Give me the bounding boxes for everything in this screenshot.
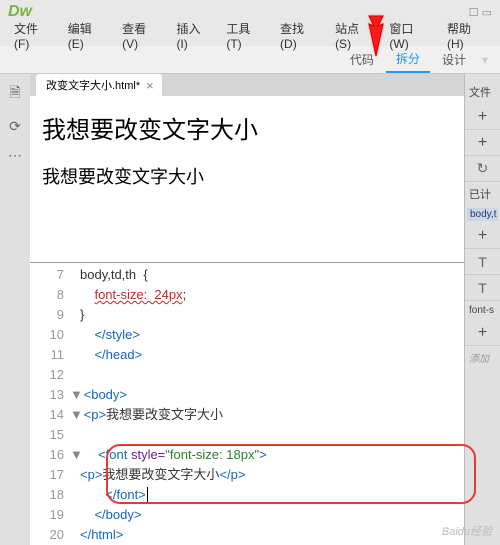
app-logo: Dw <box>8 3 32 21</box>
view-design-button[interactable]: 设计 <box>432 47 476 72</box>
menu-tools[interactable]: 工具(T) <box>218 20 272 51</box>
tab-close-icon[interactable]: × <box>146 78 154 93</box>
tab-title: 改变文字大小.html* <box>46 77 140 93</box>
document-tab-strip: 改变文字大小.html* × <box>30 74 464 96</box>
panel-fontsize-label: font-s <box>465 301 500 320</box>
panel-refresh-icon[interactable]: ↻ <box>465 156 500 182</box>
preview-text-small: 我想要改变文字大小 <box>42 163 452 189</box>
right-panel: 文件 + + ↻ 已计 body,t + T T font-s + 添加 <box>464 74 500 545</box>
left-tool-rail: 🗎 ⟳ ⋯ <box>0 74 30 545</box>
code-editor-pane[interactable]: 7891011121314151617181920 body,td,th { f… <box>30 263 464 545</box>
line-number-gutter: 7891011121314151617181920 <box>30 263 70 545</box>
document-tab[interactable]: 改变文字大小.html* × <box>36 74 162 96</box>
file-icon[interactable]: 🗎 <box>9 82 20 106</box>
panel-computed-label[interactable]: 已计 <box>465 182 500 206</box>
manage-icon[interactable]: ⟳ <box>9 118 21 135</box>
panel-add-label[interactable]: 添加 <box>465 346 500 369</box>
menu-view[interactable]: 查看(V) <box>114 20 168 51</box>
preview-text-large: 我想要改变文字大小 <box>42 110 452 145</box>
annotation-arrow <box>365 14 387 63</box>
menu-insert[interactable]: 插入(I) <box>168 20 218 51</box>
watermark-text: Baidu经验 <box>442 523 492 539</box>
menu-find[interactable]: 查找(D) <box>272 20 327 51</box>
menu-help[interactable]: 帮助(H) <box>439 20 494 51</box>
panel-plus-2[interactable]: + <box>465 130 500 156</box>
menu-bar: 文件(F) 编辑(E) 查看(V) 插入(I) 工具(T) 查找(D) 站点(S… <box>0 24 500 46</box>
menu-edit[interactable]: 编辑(E) <box>60 20 114 51</box>
panel-body-badge[interactable]: body,t <box>467 208 498 221</box>
view-dropdown-icon[interactable]: ▾ <box>482 53 488 67</box>
more-icon[interactable]: ⋯ <box>8 147 22 164</box>
panel-t-icon-1[interactable]: T <box>465 249 500 275</box>
panel-plus-1[interactable]: + <box>465 104 500 130</box>
design-preview-pane[interactable]: 我想要改变文字大小 我想要改变文字大小 <box>30 96 464 263</box>
panel-files-label[interactable]: 文件 <box>465 80 500 104</box>
window-controls[interactable]: ☐ ▭ <box>469 6 492 19</box>
panel-plus-4[interactable]: + <box>465 320 500 346</box>
menu-window[interactable]: 窗口(W) <box>381 20 439 51</box>
panel-plus-3[interactable]: + <box>465 223 500 249</box>
panel-t-icon-2[interactable]: T <box>465 275 500 301</box>
code-content[interactable]: body,td,th { font-size: 24px; } </style>… <box>70 263 464 545</box>
menu-file[interactable]: 文件(F) <box>6 20 60 51</box>
